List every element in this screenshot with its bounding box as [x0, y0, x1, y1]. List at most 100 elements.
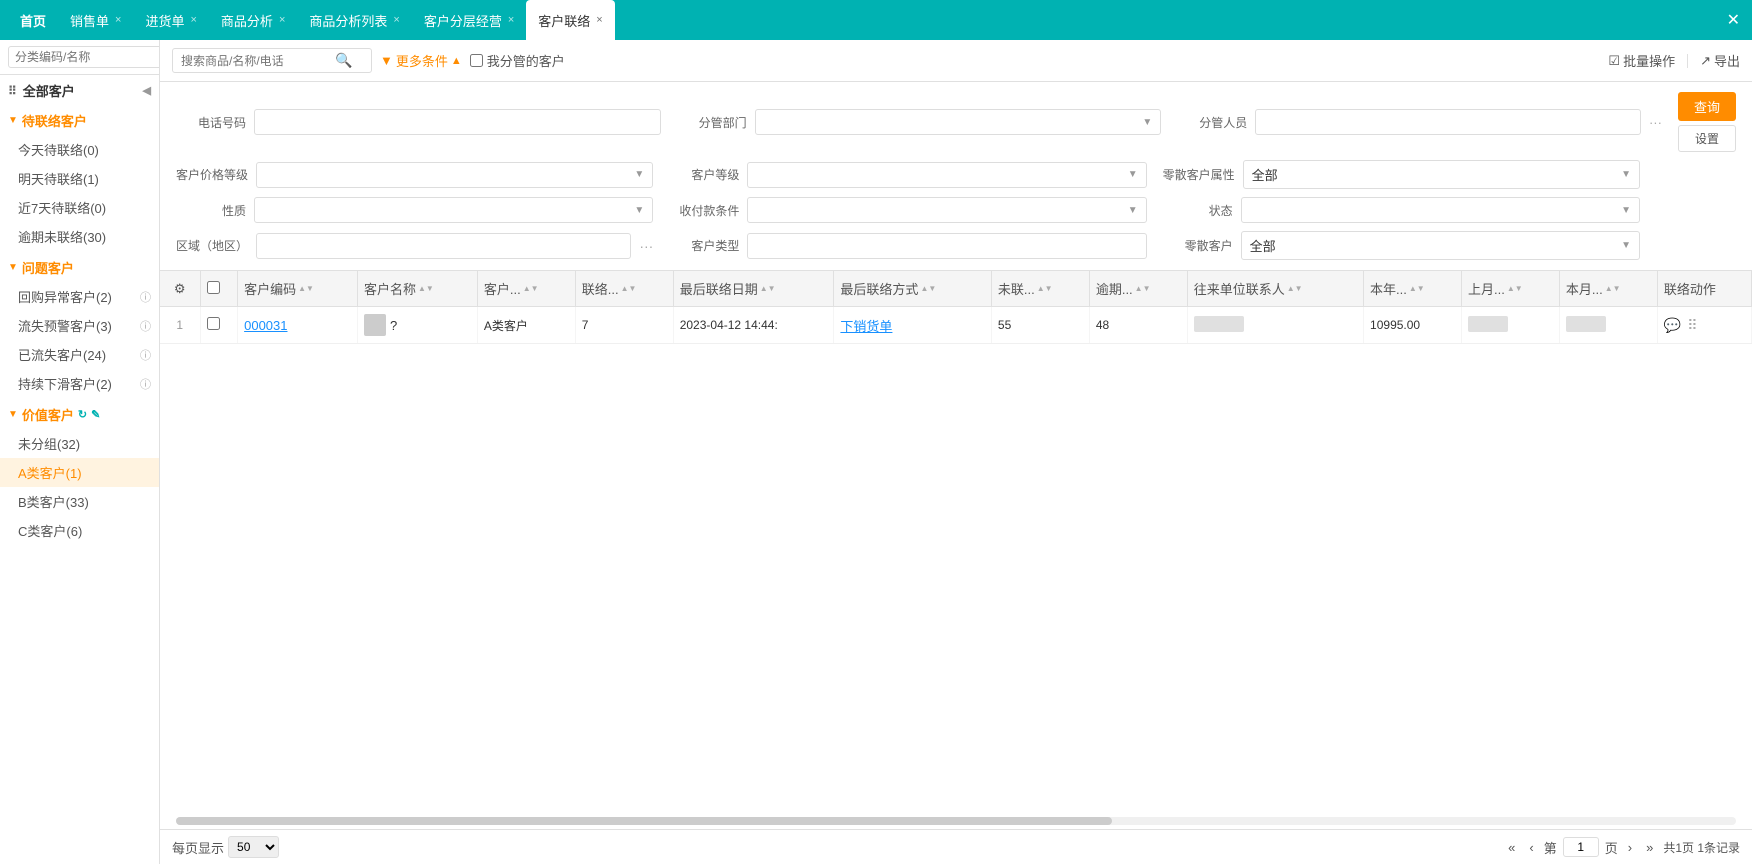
total-records-text: 共1页 1条记录: [1663, 839, 1740, 856]
filter-retail-attr: 零散客户属性 全部 ▼: [1163, 160, 1640, 189]
value-customer-refresh-icon[interactable]: ↻: [78, 408, 87, 421]
unit-contact-sort-arrows: ▲▼: [1287, 285, 1303, 293]
category-search-input[interactable]: [8, 46, 160, 68]
my-customer-checkbox-wrap[interactable]: 我分管的客户: [470, 51, 565, 70]
retail-attr-select[interactable]: 全部 ▼: [1243, 160, 1640, 189]
last-page-button[interactable]: »: [1642, 838, 1657, 857]
info-icon-2[interactable]: ⓘ: [140, 318, 151, 334]
info-icon-3[interactable]: ⓘ: [140, 347, 151, 363]
close-product-analysis-list-icon[interactable]: ×: [393, 14, 399, 26]
sidebar-item-class-c[interactable]: C类客户(6): [0, 516, 159, 545]
scrollbar-thumb[interactable]: [176, 817, 1112, 825]
customer-type-input[interactable]: [747, 233, 1146, 259]
first-page-button[interactable]: «: [1504, 838, 1519, 857]
sidebar-item-7days[interactable]: 近7天待联络(0): [0, 193, 159, 222]
dept-select[interactable]: ▼: [755, 109, 1162, 135]
column-unit-contact: 往来单位联系人 ▲▼: [1187, 271, 1363, 307]
sidebar-item-declining[interactable]: 持续下滑客户(2) ⓘ: [0, 369, 159, 398]
search-input[interactable]: [181, 54, 331, 68]
no-contact-sort[interactable]: 未联... ▲▼: [998, 279, 1053, 298]
level-sort[interactable]: 客户... ▲▼: [484, 279, 539, 298]
sidebar-item-class-a[interactable]: A类客户(1): [0, 458, 159, 487]
prev-page-button[interactable]: ‹: [1525, 838, 1537, 857]
close-customer-segment-icon[interactable]: ×: [508, 14, 514, 26]
horizontal-scrollbar[interactable]: [176, 817, 1736, 825]
pending-contact-group-title[interactable]: ▼ 待联络客户: [0, 106, 159, 135]
this-month-sort[interactable]: 本月... ▲▼: [1566, 279, 1621, 298]
more-action-icon[interactable]: ⠿: [1687, 317, 1697, 334]
last-month-sort-arrows: ▲▼: [1507, 285, 1523, 293]
code-sort[interactable]: 客户编码 ▲▼: [244, 279, 314, 298]
column-this-month: 本月... ▲▼: [1559, 271, 1657, 307]
value-customer-edit-icon[interactable]: ✎: [91, 408, 100, 421]
region-more-icon[interactable]: ···: [639, 238, 653, 254]
retail-customer-select[interactable]: 全部 ▼: [1241, 231, 1640, 260]
nav-product-analysis[interactable]: 商品分析 ×: [209, 0, 297, 40]
retail-customer-chevron-icon: ▼: [1621, 240, 1631, 251]
value-customer-group-title[interactable]: ▼ 价值客户 ↻ ✎: [0, 400, 159, 429]
query-button[interactable]: 查询: [1678, 92, 1736, 121]
overdue-sort[interactable]: 逾期... ▲▼: [1096, 279, 1151, 298]
top-navigation: 首页 销售单 × 进货单 × 商品分析 × 商品分析列表 × 客户分层经营 × …: [0, 0, 1752, 40]
row-last-contact-method[interactable]: 下销货单: [834, 307, 991, 344]
name-sort[interactable]: 客户名称 ▲▼: [364, 279, 434, 298]
price-level-select[interactable]: ▼: [256, 162, 653, 188]
manager-input[interactable]: [1255, 109, 1641, 135]
manager-more-icon[interactable]: ···: [1649, 115, 1662, 130]
last-date-sort[interactable]: 最后联络日期 ▲▼: [680, 279, 776, 298]
nav-product-analysis-list[interactable]: 商品分析列表 ×: [297, 0, 411, 40]
window-close-icon[interactable]: ✕: [1727, 10, 1740, 30]
status-select[interactable]: ▼: [1241, 197, 1640, 223]
method-sort[interactable]: 最后联络方式 ▲▼: [840, 279, 936, 298]
message-action-icon[interactable]: 💬: [1664, 317, 1681, 334]
close-sales-order-icon[interactable]: ×: [115, 14, 121, 26]
nature-select[interactable]: ▼: [254, 197, 653, 223]
sidebar-item-churn-warning[interactable]: 流失预警客户(3) ⓘ: [0, 311, 159, 340]
sidebar-item-churned[interactable]: 已流失客户(24) ⓘ: [0, 340, 159, 369]
my-customer-checkbox[interactable]: [470, 54, 483, 67]
more-filter-button[interactable]: ▼ 更多条件 ▲: [380, 51, 462, 70]
close-purchase-order-icon[interactable]: ×: [190, 14, 196, 26]
info-icon[interactable]: ⓘ: [140, 289, 151, 305]
nav-customer-segment[interactable]: 客户分层经营 ×: [412, 0, 526, 40]
batch-operation-button[interactable]: ☑ 批量操作: [1608, 51, 1675, 70]
problem-customer-group-title[interactable]: ▼ 问题客户: [0, 253, 159, 282]
pagination-controls: « ‹ 第 页 › » 共1页 1条记录: [1504, 837, 1740, 857]
page-size-dropdown[interactable]: 50 100 200: [228, 836, 279, 858]
export-button[interactable]: ↗ 导出: [1700, 51, 1740, 70]
sidebar-item-ungrouped[interactable]: 未分组(32): [0, 429, 159, 458]
customer-level-chevron-icon: ▼: [1128, 169, 1138, 180]
row-select-checkbox[interactable]: [207, 317, 220, 330]
sidebar-item-today[interactable]: 今天待联络(0): [0, 135, 159, 164]
nav-sales-order[interactable]: 销售单 ×: [58, 0, 133, 40]
region-input[interactable]: [256, 233, 631, 259]
sidebar-item-overdue[interactable]: 逾期未联络(30): [0, 222, 159, 251]
table-gear-icon[interactable]: ⚙: [174, 281, 186, 296]
search-input-wrap: 🔍: [172, 48, 372, 73]
this-year-sort[interactable]: 本年... ▲▼: [1370, 279, 1425, 298]
column-gear[interactable]: ⚙: [160, 271, 200, 307]
all-customers-header[interactable]: ⠿ 全部客户 ◀: [0, 75, 159, 106]
info-icon-4[interactable]: ⓘ: [140, 376, 151, 392]
sidebar-collapse-icon[interactable]: ◀: [143, 84, 151, 97]
sidebar-item-repurchase-abnormal[interactable]: 回购异常客户(2) ⓘ: [0, 282, 159, 311]
customer-level-select[interactable]: ▼: [747, 162, 1146, 188]
sidebar-item-tomorrow[interactable]: 明天待联络(1): [0, 164, 159, 193]
close-product-analysis-icon[interactable]: ×: [279, 14, 285, 26]
payment-select[interactable]: ▼: [747, 197, 1146, 223]
setting-button[interactable]: 设置: [1678, 125, 1736, 152]
nav-purchase-order[interactable]: 进货单 ×: [133, 0, 208, 40]
page-number-input[interactable]: [1563, 837, 1599, 857]
nav-home[interactable]: 首页: [8, 0, 58, 40]
contact-count-sort[interactable]: 联络... ▲▼: [582, 279, 637, 298]
row-code[interactable]: 000031: [238, 307, 358, 344]
last-month-sort[interactable]: 上月... ▲▼: [1468, 279, 1523, 298]
nav-customer-contact[interactable]: 客户联络 ×: [526, 0, 614, 40]
next-page-button[interactable]: ›: [1624, 838, 1636, 857]
sidebar-item-class-b[interactable]: B类客户(33): [0, 487, 159, 516]
phone-input[interactable]: [254, 109, 661, 135]
unit-contact-sort[interactable]: 往来单位联系人 ▲▼: [1194, 279, 1303, 298]
close-customer-contact-icon[interactable]: ×: [596, 14, 602, 26]
search-submit-icon[interactable]: 🔍: [335, 52, 352, 69]
select-all-checkbox[interactable]: [207, 281, 220, 294]
